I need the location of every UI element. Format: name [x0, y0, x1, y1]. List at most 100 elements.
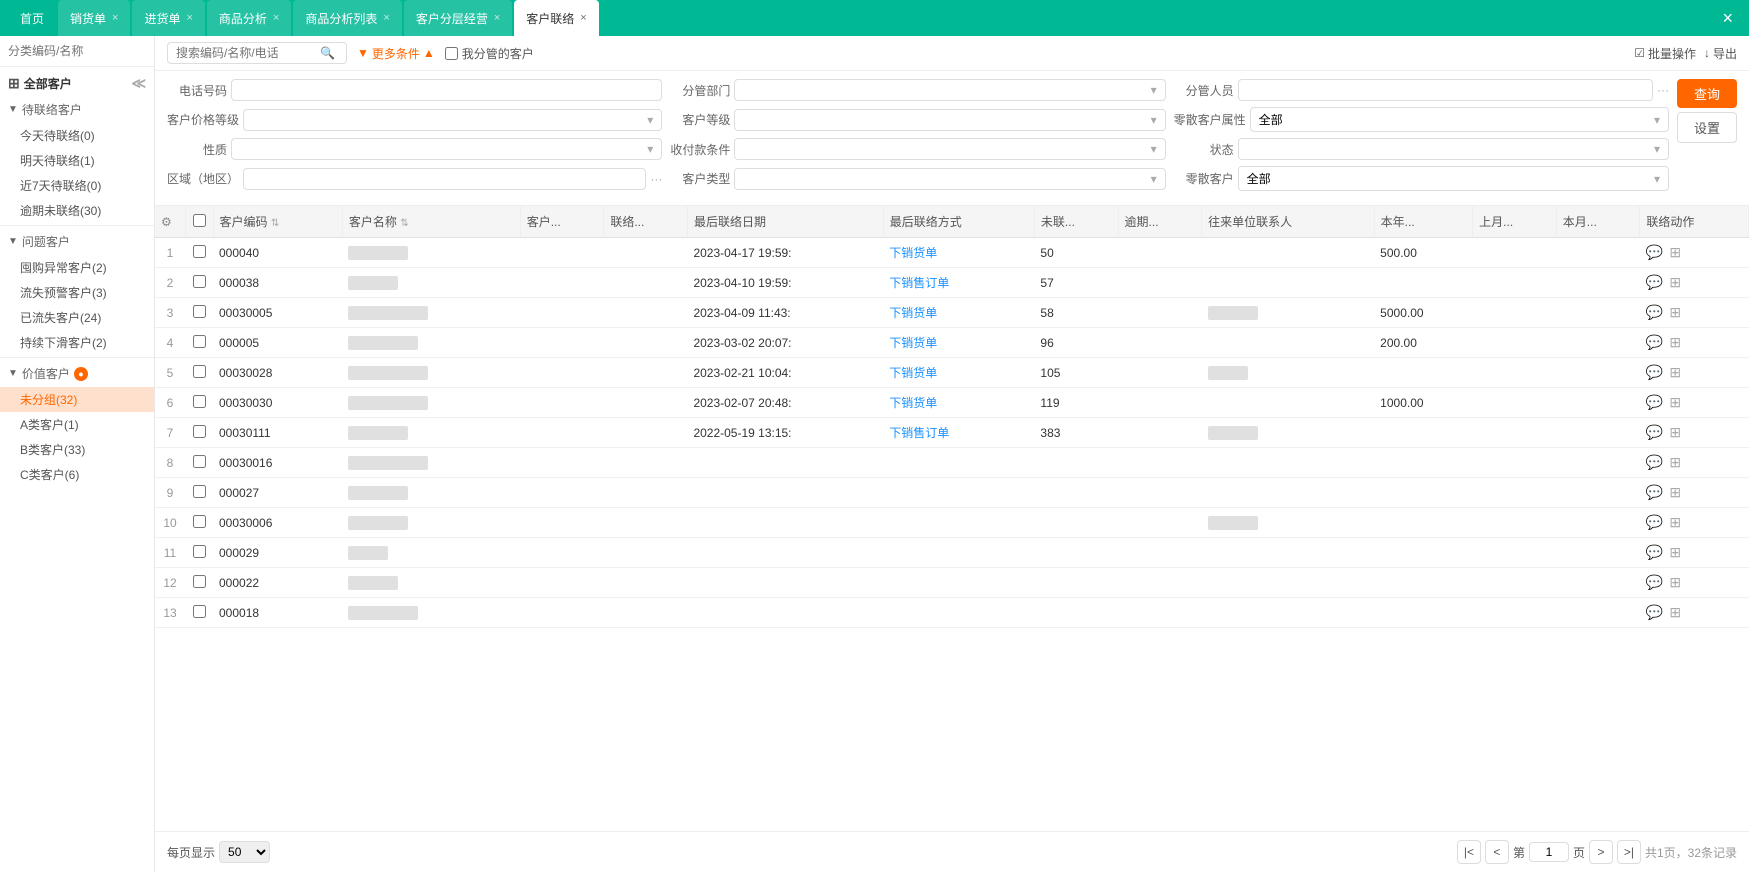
row-checkbox[interactable] — [193, 455, 206, 468]
sidebar-group-value[interactable]: ▼ 价值客户 ● — [0, 360, 154, 387]
nature-select[interactable]: ▾ — [231, 138, 662, 160]
customer-grade-select[interactable]: ▾ — [734, 109, 1165, 131]
sidebar-item-class-a[interactable]: A类客户(1) — [0, 412, 154, 437]
header-gear[interactable]: ⚙ — [155, 206, 185, 238]
manager-dots[interactable]: ··· — [1657, 83, 1669, 97]
last-method-link[interactable]: 下销货单 — [889, 396, 937, 410]
action-message-icon[interactable]: 💬 — [1646, 454, 1663, 471]
action-grid-icon[interactable]: ⊞ — [1669, 514, 1681, 531]
retail-select[interactable]: 全部 ▾ — [1238, 166, 1669, 191]
action-message-icon[interactable]: 💬 — [1646, 244, 1663, 261]
per-page-select[interactable]: 50 10 20 100 — [219, 841, 270, 863]
last-method-link[interactable]: 下销售订单 — [889, 276, 949, 290]
header-name[interactable]: 客户名称 ⇅ — [342, 206, 520, 238]
action-message-icon[interactable]: 💬 — [1646, 544, 1663, 561]
row-checkbox-cell[interactable] — [185, 328, 213, 358]
header-checkbox[interactable] — [185, 206, 213, 238]
sidebar-group-pending[interactable]: ▼ 待联络客户 — [0, 96, 154, 123]
action-message-icon[interactable]: 💬 — [1646, 514, 1663, 531]
row-checkbox-cell[interactable] — [185, 508, 213, 538]
action-grid-icon[interactable]: ⊞ — [1669, 244, 1681, 261]
sidebar-item-abnormal[interactable]: 囤购异常客户(2) — [0, 255, 154, 280]
action-message-icon[interactable]: 💬 — [1646, 484, 1663, 501]
row-checkbox-cell[interactable] — [185, 598, 213, 628]
my-customers-checkbox-group[interactable]: 我分管的客户 — [445, 45, 534, 62]
action-grid-icon[interactable]: ⊞ — [1669, 334, 1681, 351]
row-checkbox[interactable] — [193, 245, 206, 258]
last-method-link[interactable]: 下销货单 — [889, 306, 937, 320]
row-checkbox[interactable] — [193, 605, 206, 618]
row-checkbox-cell[interactable] — [185, 538, 213, 568]
batch-op-btn[interactable]: ☑ 批量操作 — [1634, 45, 1696, 62]
tab-product-analysis[interactable]: 商品分析 × — [207, 0, 291, 36]
tab-purchase-close[interactable]: × — [186, 12, 192, 24]
more-conditions-btn[interactable]: ▼ 更多条件 ▲ — [357, 45, 435, 62]
region-dots[interactable]: ··· — [650, 172, 662, 186]
my-customers-checkbox[interactable] — [445, 47, 458, 60]
row-checkbox-cell[interactable] — [185, 298, 213, 328]
action-grid-icon[interactable]: ⊞ — [1669, 304, 1681, 321]
row-checkbox[interactable] — [193, 365, 206, 378]
sidebar-item-class-c[interactable]: C类客户(6) — [0, 462, 154, 487]
action-grid-icon[interactable]: ⊞ — [1669, 604, 1681, 621]
row-checkbox-cell[interactable] — [185, 568, 213, 598]
action-grid-icon[interactable]: ⊞ — [1669, 364, 1681, 381]
row-checkbox[interactable] — [193, 515, 206, 528]
row-checkbox[interactable] — [193, 395, 206, 408]
sidebar-search-input[interactable] — [8, 44, 155, 58]
row-checkbox-cell[interactable] — [185, 358, 213, 388]
action-grid-icon[interactable]: ⊞ — [1669, 574, 1681, 591]
action-grid-icon[interactable]: ⊞ — [1669, 274, 1681, 291]
tab-sales[interactable]: 销货单 × — [58, 0, 130, 36]
tab-sales-close[interactable]: × — [112, 12, 118, 24]
last-method-link[interactable]: 下销售订单 — [889, 426, 949, 440]
action-message-icon[interactable]: 💬 — [1646, 364, 1663, 381]
manager-input[interactable] — [1238, 79, 1653, 101]
tab-product-analysis-close[interactable]: × — [273, 12, 279, 24]
last-method-link[interactable]: 下销货单 — [889, 246, 937, 260]
action-grid-icon[interactable]: ⊞ — [1669, 484, 1681, 501]
action-grid-icon[interactable]: ⊞ — [1669, 394, 1681, 411]
sidebar-item-churned[interactable]: 已流失客户(24) — [0, 305, 154, 330]
search-input[interactable] — [176, 46, 316, 60]
action-message-icon[interactable]: 💬 — [1646, 334, 1663, 351]
region-input[interactable] — [243, 168, 646, 190]
prev-page-btn[interactable]: < — [1485, 840, 1509, 864]
row-checkbox-cell[interactable] — [185, 388, 213, 418]
gear-icon[interactable]: ⚙ — [161, 215, 172, 229]
action-message-icon[interactable]: 💬 — [1646, 304, 1663, 321]
last-method-link[interactable]: 下销货单 — [889, 366, 937, 380]
window-close-button[interactable]: × — [1714, 8, 1741, 29]
row-checkbox-cell[interactable] — [185, 448, 213, 478]
action-message-icon[interactable]: 💬 — [1646, 424, 1663, 441]
last-method-link[interactable]: 下销货单 — [889, 336, 937, 350]
tab-customer-contact[interactable]: 客户联络 × — [514, 0, 598, 36]
action-grid-icon[interactable]: ⊞ — [1669, 424, 1681, 441]
page-input[interactable] — [1529, 842, 1569, 862]
tab-customer-contact-close[interactable]: × — [580, 12, 586, 24]
row-checkbox[interactable] — [193, 275, 206, 288]
action-grid-icon[interactable]: ⊞ — [1669, 454, 1681, 471]
row-checkbox-cell[interactable] — [185, 238, 213, 268]
tab-purchase[interactable]: 进货单 × — [132, 0, 204, 36]
row-checkbox[interactable] — [193, 485, 206, 498]
sidebar-item-tomorrow-pending[interactable]: 明天待联络(1) — [0, 148, 154, 173]
sidebar-item-declining[interactable]: 持续下滑客户(2) — [0, 330, 154, 355]
tab-product-analysis-list-close[interactable]: × — [383, 12, 389, 24]
action-message-icon[interactable]: 💬 — [1646, 274, 1663, 291]
action-message-icon[interactable]: 💬 — [1646, 574, 1663, 591]
row-checkbox-cell[interactable] — [185, 478, 213, 508]
row-checkbox-cell[interactable] — [185, 418, 213, 448]
sidebar-item-churn-warning[interactable]: 流失预警客户(3) — [0, 280, 154, 305]
select-all-checkbox[interactable] — [193, 214, 206, 227]
tab-product-analysis-list[interactable]: 商品分析列表 × — [293, 0, 401, 36]
tab-home[interactable]: 首页 — [8, 0, 56, 36]
query-button[interactable]: 查询 — [1677, 79, 1737, 108]
next-page-btn[interactable]: > — [1589, 840, 1613, 864]
sidebar-item-overdue-pending[interactable]: 逾期未联络(30) — [0, 198, 154, 223]
row-checkbox[interactable] — [193, 335, 206, 348]
reset-button[interactable]: 设置 — [1677, 112, 1737, 143]
phone-input[interactable] — [231, 79, 662, 101]
export-btn[interactable]: ↓ 导出 — [1704, 45, 1737, 62]
dept-select[interactable]: ▾ — [734, 79, 1165, 101]
